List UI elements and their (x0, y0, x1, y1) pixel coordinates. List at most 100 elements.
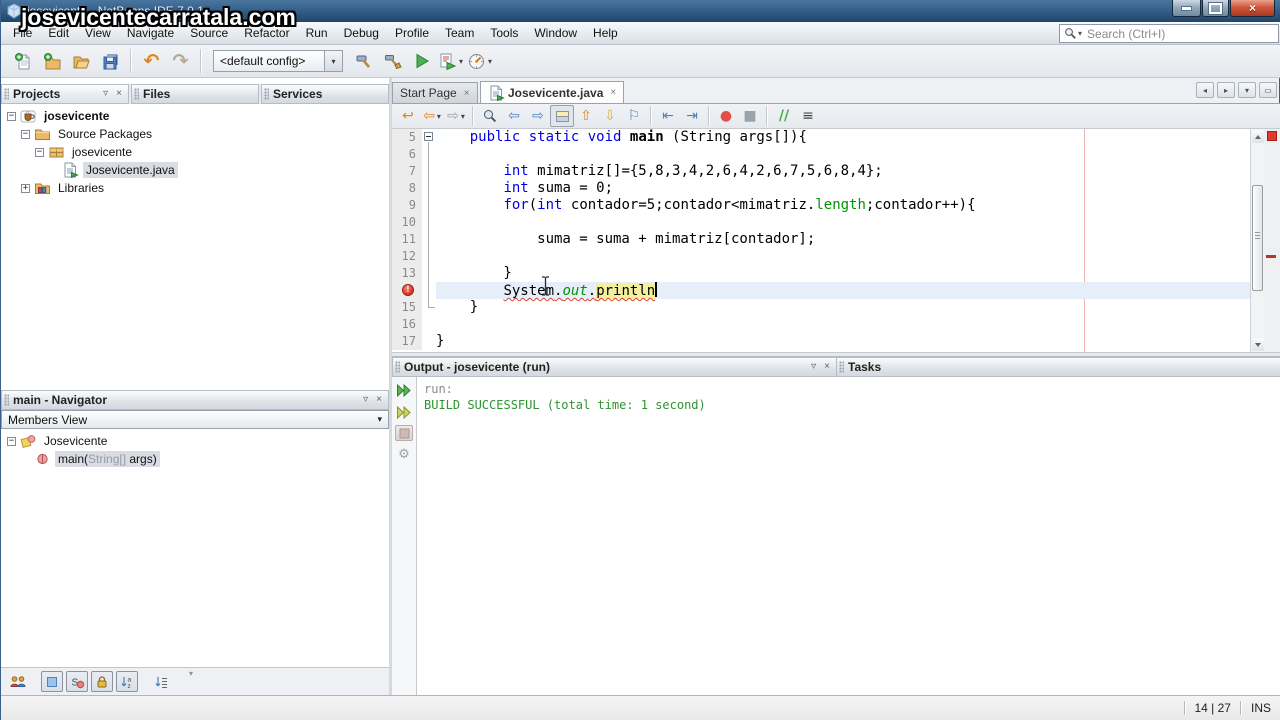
fold-margin[interactable] (422, 214, 436, 231)
gutter-line-number[interactable]: 15 (392, 299, 422, 316)
code-line-11[interactable]: 11 suma = suma + mimatriz[contador]; (392, 231, 1250, 248)
tab-projects[interactable]: Projects ▿ × (1, 84, 129, 104)
fold-margin[interactable] (422, 129, 436, 146)
sort-alphabetically-button[interactable]: az (116, 671, 138, 692)
open-project-button[interactable] (68, 48, 95, 75)
tree-item-josevicente[interactable]: − josevicente (1, 107, 389, 125)
combo-arrow-icon[interactable]: ▾ (324, 51, 342, 71)
find-previous-occurrence-button[interactable]: ⇦ (502, 105, 526, 127)
gutter-line-number[interactable]: 12 (392, 248, 422, 265)
comment-button[interactable]: // (772, 105, 796, 127)
toggle-bookmark-button[interactable]: ⚐ (622, 105, 646, 127)
menu-profile[interactable]: Profile (387, 23, 437, 43)
undo-button[interactable]: ↶ (138, 48, 165, 75)
fold-collapse-icon[interactable] (424, 132, 433, 141)
collapse-handle-icon[interactable]: ▾ (189, 669, 193, 678)
ant-settings-button[interactable]: ⚙ (394, 445, 414, 463)
fold-margin[interactable] (422, 197, 436, 214)
tree-item-josevicente[interactable]: − josevicente (1, 143, 389, 161)
scroll-tabs-left-button[interactable]: ◂ (1196, 82, 1214, 98)
rerun-button[interactable] (394, 381, 414, 399)
next-bookmark-button[interactable]: ⇩ (598, 105, 622, 127)
expander-icon[interactable]: − (35, 147, 44, 157)
fold-margin[interactable] (422, 248, 436, 265)
tree-item-josevicente-java[interactable]: Josevicente.java (1, 161, 389, 179)
gutter-line-number[interactable]: ! (392, 282, 422, 299)
output-header[interactable]: Output - josevicente (run) ▿ × (392, 357, 837, 377)
fold-margin[interactable] (422, 146, 436, 163)
scroll-tabs-right-button[interactable]: ▸ (1217, 82, 1235, 98)
close-panel-icon[interactable]: × (114, 88, 124, 100)
uncomment-button[interactable]: ≡ (796, 105, 820, 127)
tree-item-libraries[interactable]: + Libraries (1, 179, 389, 197)
scroll-down-button[interactable] (1252, 338, 1264, 351)
gutter-line-number[interactable]: 6 (392, 146, 422, 163)
minimize-panel-icon[interactable]: ▿ (101, 88, 110, 100)
scrollbar-thumb[interactable] (1252, 185, 1263, 291)
minimize-panel-icon[interactable]: ▿ (809, 361, 818, 373)
debug-project-button[interactable]: ▾ (437, 48, 464, 75)
fold-margin[interactable] (422, 265, 436, 282)
tab-start-page[interactable]: Start Page × (392, 82, 478, 103)
navigator-tree[interactable]: − Josevicente main(String[] args) (1, 429, 389, 667)
fold-margin[interactable] (422, 180, 436, 197)
code-area[interactable]: 5 public static void main (String args[]… (392, 129, 1250, 350)
find-next-occurrence-button[interactable]: ⇨ (526, 105, 550, 127)
menu-debug[interactable]: Debug (336, 23, 387, 43)
minimize-panel-icon[interactable]: ▿ (361, 394, 370, 406)
gutter-line-number[interactable]: 8 (392, 180, 422, 197)
shift-line-left-button[interactable]: ⇤ (656, 105, 680, 127)
code-line-7[interactable]: 7 int mimatriz[]={5,8,3,4,2,6,4,2,6,7,5,… (392, 163, 1250, 180)
vertical-scrollbar[interactable] (1250, 129, 1264, 352)
expander-icon[interactable]: − (7, 436, 16, 446)
close-tab-icon[interactable]: × (610, 87, 616, 98)
gutter-line-number[interactable]: 17 (392, 333, 422, 350)
code-line-13[interactable]: 13 } (392, 265, 1250, 282)
find-selection-button[interactable] (478, 105, 502, 127)
projects-tree[interactable]: − josevicente − Source Packages − josevicente… (1, 104, 389, 390)
previous-bookmark-button[interactable]: ⇧ (574, 105, 598, 127)
rerun-with-different-parameters-button[interactable] (394, 403, 414, 421)
maximize-window-button[interactable]: ▭ (1259, 82, 1277, 98)
expander-icon[interactable]: − (21, 129, 30, 139)
back-button[interactable]: ⇦ ▾ (420, 105, 444, 127)
show-non-public-members-button[interactable] (91, 671, 113, 692)
tab-files[interactable]: Files (131, 84, 259, 104)
config-select[interactable]: <default config> ▾ (213, 50, 343, 72)
code-line-12[interactable]: 12 (392, 248, 1250, 265)
close-panel-icon[interactable]: × (822, 361, 832, 373)
tab-list-button[interactable]: ▾ (1238, 82, 1256, 98)
fold-margin[interactable] (422, 299, 436, 316)
error-stripe-file-status[interactable] (1267, 131, 1277, 141)
expander-icon[interactable]: + (21, 183, 30, 193)
build-project-button[interactable] (350, 48, 377, 75)
navigator-header[interactable]: main - Navigator ▿ × (1, 390, 389, 410)
sort-by-source-button[interactable] (150, 671, 172, 692)
profile-project-button[interactable]: ▾ (466, 48, 493, 75)
tasks-header[interactable]: Tasks (837, 357, 1280, 377)
gutter-line-number[interactable]: 16 (392, 316, 422, 333)
minimize-button[interactable] (1172, 0, 1201, 17)
maximize-button[interactable] (1202, 0, 1229, 17)
run-project-button[interactable] (408, 48, 435, 75)
menu-team[interactable]: Team (437, 23, 482, 43)
stop-macro-recording-button[interactable]: ■ (738, 105, 762, 127)
code-line-6[interactable]: 6 (392, 146, 1250, 163)
code-editor[interactable]: 5 public static void main (String args[]… (392, 129, 1280, 352)
search-input[interactable] (1085, 25, 1274, 42)
expander-icon[interactable]: − (7, 111, 16, 121)
redo-button[interactable]: ↷ (167, 48, 194, 75)
shift-line-right-button[interactable]: ⇥ (680, 105, 704, 127)
last-edit-position-button[interactable]: ↩ (396, 105, 420, 127)
dropdown-arrow-icon[interactable]: ▾ (437, 112, 441, 121)
menu-window[interactable]: Window (526, 23, 585, 43)
code-line-8[interactable]: 8 int suma = 0; (392, 180, 1250, 197)
gutter-line-number[interactable]: 10 (392, 214, 422, 231)
code-line-15[interactable]: 15 } (392, 299, 1250, 316)
code-line-17[interactable]: 17} (392, 333, 1250, 350)
tree-item-josevicente-class[interactable]: − Josevicente (1, 432, 389, 450)
show-inherited-members-button[interactable] (7, 671, 29, 692)
error-stripe-mark[interactable] (1266, 255, 1276, 258)
tab-services[interactable]: Services (261, 84, 389, 104)
toggle-highlight-search-button[interactable] (550, 105, 574, 127)
